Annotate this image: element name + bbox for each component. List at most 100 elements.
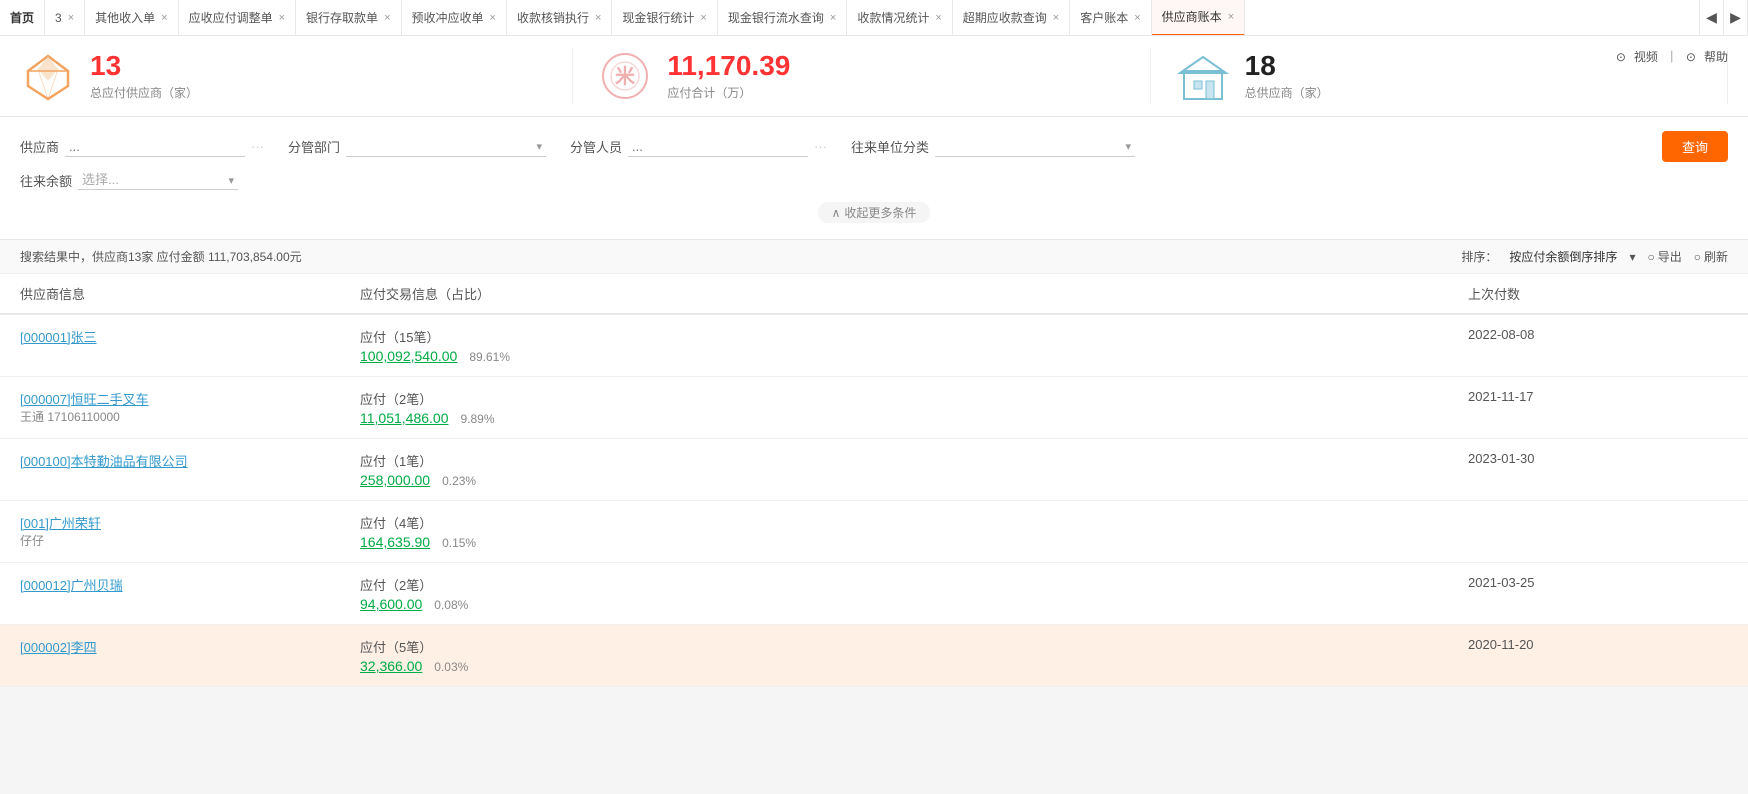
supplier-input[interactable]	[65, 137, 245, 157]
close-icon[interactable]: ×	[1053, 12, 1059, 24]
nav-tab-other-income[interactable]: 其他收入单 ×	[85, 0, 178, 36]
collapse-button[interactable]: ∧ 收起更多条件	[818, 202, 931, 223]
supplier-link[interactable]: [001]广州荣轩	[20, 513, 360, 532]
filter-supplier: 供应商 ···	[20, 137, 264, 157]
table-row[interactable]: [000012]广州贝瑞 应付（2笔） 94,600.00 0.08% 2021…	[0, 563, 1748, 625]
table-row[interactable]: [001]广州荣轩 仔仔 应付（4笔） 164,635.90 0.15%	[0, 501, 1748, 563]
transaction-cell: 应付（4笔） 164,635.90 0.15%	[360, 513, 1468, 550]
transaction-pct: 9.89%	[461, 412, 495, 426]
transaction-row: 11,051,486.00 9.89%	[360, 410, 1468, 426]
lastpay-cell: 2021-11-17	[1468, 389, 1668, 404]
category-select-wrapper: ▾	[935, 137, 1135, 157]
close-icon[interactable]: ×	[68, 12, 74, 24]
tab-label: 银行存取款单	[306, 9, 378, 26]
video-link[interactable]: 视频	[1634, 48, 1658, 65]
export-circle-icon: ○	[1647, 250, 1654, 264]
payable-suppliers-text: 13 总应付供应商（家）	[90, 51, 198, 101]
supplier-link[interactable]: [000007]恒旺二手叉车	[20, 389, 360, 408]
supplier-link[interactable]: [000012]广州贝瑞	[20, 575, 360, 594]
home-tab-label: 首页	[10, 9, 34, 26]
diamond-icon	[20, 48, 76, 104]
summary-bar: 13 总应付供应商（家） 米 11,170.39 应付合计（万）	[0, 36, 1748, 117]
filter-row-1: 供应商 ··· 分管部门 ▾ 分管人员 ··· 往来单位分类	[20, 131, 1728, 162]
transaction-amount[interactable]: 258,000.00	[360, 472, 430, 488]
dept-select[interactable]	[346, 137, 546, 157]
col-header-lastpay: 上次付数	[1468, 284, 1668, 303]
transaction-label: 应付（15笔）	[360, 327, 1468, 346]
table-row[interactable]: [000007]恒旺二手叉车 王通 17106110000 应付（2笔） 11,…	[0, 377, 1748, 439]
results-header: 搜索结果中，供应商13家 应付金额 111,703,854.00元 排序： 按应…	[0, 240, 1748, 274]
refresh-button[interactable]: ○ 刷新	[1694, 248, 1728, 265]
grain-icon: 米	[597, 48, 653, 104]
lastpay-cell: 2023-01-30	[1468, 451, 1668, 466]
category-select[interactable]	[935, 137, 1135, 157]
filter-person: 分管人员 ···	[570, 137, 827, 157]
balance-select[interactable]: 选择...	[78, 170, 238, 190]
nav-tab-3[interactable]: 3 ×	[45, 0, 85, 36]
table-row[interactable]: [000100]本特勤油品有限公司 应付（1笔） 258,000.00 0.23…	[0, 439, 1748, 501]
payable-amount-number: 11,170.39	[667, 51, 790, 82]
search-button[interactable]: 查询	[1662, 131, 1728, 162]
close-icon[interactable]: ×	[595, 12, 601, 24]
tab-label: 3	[55, 11, 62, 25]
close-icon[interactable]: ×	[490, 12, 496, 24]
transaction-pct: 0.08%	[434, 598, 468, 612]
nav-tab-overdue-ar[interactable]: 超期应收款查询 ×	[953, 0, 1070, 36]
nav-tab-bank-deposit[interactable]: 银行存取款单 ×	[296, 0, 401, 36]
divider: ｜	[1666, 48, 1678, 65]
export-button[interactable]: ○ 导出	[1647, 248, 1681, 265]
transaction-amount[interactable]: 94,600.00	[360, 596, 422, 612]
close-icon[interactable]: ×	[935, 12, 941, 24]
sort-chevron-icon: ▾	[1629, 250, 1635, 264]
dept-label: 分管部门	[288, 137, 340, 156]
transaction-detail: 应付（2笔） 94,600.00 0.08%	[360, 575, 1468, 612]
nav-tab-cash-bank-stat[interactable]: 现金银行统计 ×	[612, 0, 717, 36]
transaction-label: 应付（2笔）	[360, 389, 1468, 408]
lastpay-cell: 2020-11-20	[1468, 637, 1668, 652]
nav-tab-payment-verify[interactable]: 收款核销执行 ×	[507, 0, 612, 36]
nav-tab-prepaid[interactable]: 预收冲应收单 ×	[402, 0, 507, 36]
close-icon[interactable]: ×	[1134, 12, 1140, 24]
close-icon[interactable]: ×	[830, 12, 836, 24]
transaction-label: 应付（2笔）	[360, 575, 1468, 594]
supplier-info-cell: [000007]恒旺二手叉车 王通 17106110000	[20, 389, 360, 425]
transaction-amount[interactable]: 11,051,486.00	[360, 410, 449, 426]
nav-tab-customer-ledger[interactable]: 客户账本 ×	[1070, 0, 1151, 36]
transaction-amount[interactable]: 32,366.00	[360, 658, 422, 674]
supplier-sub: 仔仔	[20, 534, 44, 548]
nav-arrow-left[interactable]: ◀	[1700, 0, 1724, 36]
close-icon[interactable]: ×	[279, 12, 285, 24]
nav-tab-supplier-ledger[interactable]: 供应商账本 ×	[1152, 0, 1245, 36]
nav-tab-cash-bank-flow[interactable]: 现金银行流水查询 ×	[718, 0, 847, 36]
supplier-link[interactable]: [000100]本特勤油品有限公司	[20, 451, 360, 470]
transaction-cell: 应付（5笔） 32,366.00 0.03%	[360, 637, 1468, 674]
video-icon: ⊙	[1616, 50, 1626, 64]
sort-value[interactable]: 按应付余额倒序排序	[1509, 248, 1617, 265]
transaction-amount[interactable]: 164,635.90	[360, 534, 430, 550]
tab-label: 其他收入单	[95, 9, 155, 26]
total-suppliers-number: 18	[1245, 51, 1329, 82]
nav-tab-ar-ap-adjust[interactable]: 应收应付调整单 ×	[179, 0, 296, 36]
sort-label: 排序：	[1461, 248, 1497, 265]
table-row[interactable]: [000001]张三 应付（15笔） 100,092,540.00 89.61%…	[0, 315, 1748, 377]
close-icon[interactable]: ×	[161, 12, 167, 24]
transaction-amount[interactable]: 100,092,540.00	[360, 348, 457, 364]
supplier-info-cell: [000001]张三	[20, 327, 360, 346]
close-icon[interactable]: ×	[700, 12, 706, 24]
supplier-link[interactable]: [000001]张三	[20, 327, 360, 346]
nav-tab-home[interactable]: 首页	[0, 0, 45, 36]
table-row[interactable]: [000002]李四 应付（5笔） 32,366.00 0.03% 2020-1…	[0, 625, 1748, 687]
person-input[interactable]	[628, 137, 808, 157]
nav-arrow-right[interactable]: ▶	[1724, 0, 1748, 36]
total-suppliers-text: 18 总供应商（家）	[1245, 51, 1329, 101]
tab-label: 预收冲应收单	[412, 9, 484, 26]
chevron-up-icon: ∧	[832, 206, 841, 220]
supplier-info-cell: [001]广州荣轩 仔仔	[20, 513, 360, 549]
close-icon[interactable]: ×	[384, 12, 390, 24]
nav-tab-payment-stat[interactable]: 收款情况统计 ×	[847, 0, 952, 36]
close-icon[interactable]: ×	[1228, 11, 1234, 23]
tab-label: 供应商账本	[1162, 8, 1222, 25]
supplier-link[interactable]: [000002]李四	[20, 637, 360, 656]
payable-suppliers-label: 总应付供应商（家）	[90, 84, 198, 101]
help-link[interactable]: 帮助	[1704, 48, 1728, 65]
